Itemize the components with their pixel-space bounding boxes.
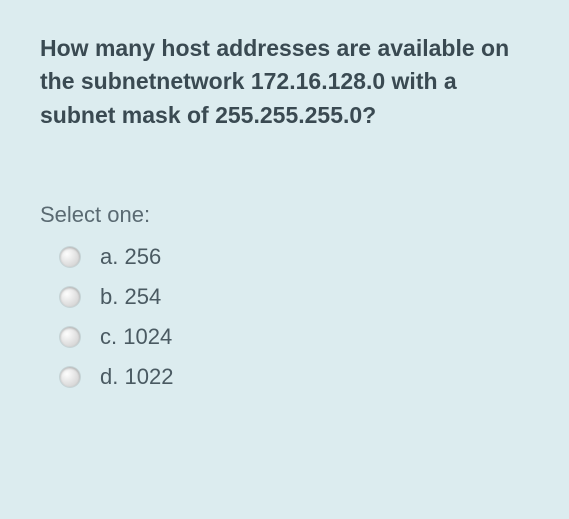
option-text: 1022: [124, 364, 173, 389]
option-letter: b.: [100, 284, 118, 309]
radio-icon[interactable]: [60, 287, 80, 307]
option-d[interactable]: d. 1022: [60, 364, 529, 390]
option-text: 254: [124, 284, 161, 309]
options-list: a. 256 b. 254 c. 1024 d. 1022: [40, 244, 529, 390]
option-text: 256: [124, 244, 161, 269]
question-text: How many host addresses are available on…: [40, 32, 529, 132]
option-letter: d.: [100, 364, 118, 389]
radio-icon[interactable]: [60, 247, 80, 267]
radio-icon[interactable]: [60, 327, 80, 347]
radio-icon[interactable]: [60, 367, 80, 387]
option-b[interactable]: b. 254: [60, 284, 529, 310]
select-prompt: Select one:: [40, 202, 529, 228]
option-label: d. 1022: [100, 364, 173, 390]
option-letter: a.: [100, 244, 118, 269]
option-c[interactable]: c. 1024: [60, 324, 529, 350]
option-letter: c.: [100, 324, 117, 349]
option-a[interactable]: a. 256: [60, 244, 529, 270]
option-label: c. 1024: [100, 324, 172, 350]
option-text: 1024: [123, 324, 172, 349]
option-label: b. 254: [100, 284, 161, 310]
option-label: a. 256: [100, 244, 161, 270]
